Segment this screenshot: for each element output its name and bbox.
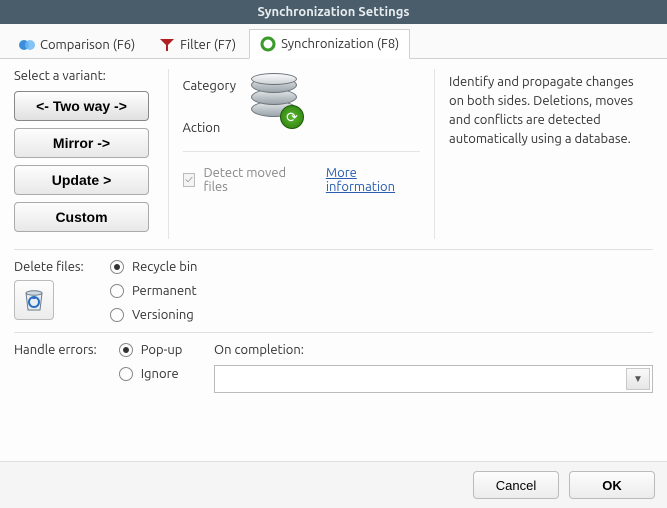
on-completion-label: On completion:: [214, 343, 653, 357]
tab-sync-label: Synchronization (F8): [281, 37, 399, 51]
tab-synchronization[interactable]: Synchronization (F8): [249, 29, 410, 59]
dialog-footer: Cancel OK: [0, 461, 667, 508]
error-ignore-radio[interactable]: Ignore: [119, 367, 183, 381]
tabs-bar: Comparison (F6) Filter (F7) Synchronizat…: [0, 24, 667, 59]
error-popup-radio[interactable]: Pop-up: [119, 343, 183, 357]
variant-two-way-button[interactable]: <- Two way ->: [14, 91, 149, 121]
delete-files-label: Delete files:: [14, 260, 86, 274]
divider: [14, 249, 653, 250]
delete-versioning-label: Versioning: [132, 308, 194, 322]
filter-icon: [159, 37, 175, 53]
category-label: Category: [183, 79, 236, 93]
tab-comparison-label: Comparison (F6): [40, 38, 135, 52]
variant-custom-button[interactable]: Custom: [14, 202, 149, 232]
error-ignore-label: Ignore: [141, 367, 179, 381]
database-sync-icon: ⟳: [248, 71, 300, 127]
delete-recycle-label: Recycle bin: [132, 260, 197, 274]
handle-errors-label: Handle errors:: [14, 343, 97, 393]
tab-filter-label: Filter (F7): [180, 38, 236, 52]
tab-comparison[interactable]: Comparison (F6): [8, 29, 146, 59]
delete-recycle-radio[interactable]: Recycle bin: [110, 260, 197, 274]
tab-filter[interactable]: Filter (F7): [148, 29, 247, 59]
recycle-bin-button[interactable]: [14, 280, 54, 320]
detect-moved-label: Detect moved files: [203, 166, 303, 194]
chevron-down-icon: ▼: [626, 368, 650, 390]
variant-description: Identify and propagate changes on both s…: [435, 69, 653, 239]
detect-moved-checkbox: ✓: [183, 173, 196, 187]
delete-permanent-label: Permanent: [132, 284, 197, 298]
window-title: Synchronization Settings: [257, 5, 409, 19]
compare-icon: [19, 37, 35, 53]
divider: [14, 332, 653, 333]
error-popup-label: Pop-up: [141, 343, 183, 357]
delete-versioning-radio[interactable]: Versioning: [110, 308, 197, 322]
variant-mirror-button[interactable]: Mirror ->: [14, 128, 149, 158]
ok-button[interactable]: OK: [569, 471, 655, 499]
more-information-link[interactable]: More information: [326, 166, 420, 194]
cancel-button[interactable]: Cancel: [473, 471, 559, 499]
delete-permanent-radio[interactable]: Permanent: [110, 284, 197, 298]
gear-sync-icon: [260, 36, 276, 52]
action-label: Action: [183, 121, 236, 135]
variant-update-button[interactable]: Update >: [14, 165, 149, 195]
recycle-bin-icon: [21, 287, 47, 313]
window-titlebar: Synchronization Settings: [0, 0, 667, 24]
variant-label: Select a variant:: [14, 69, 158, 83]
on-completion-select[interactable]: ▼: [214, 365, 653, 393]
